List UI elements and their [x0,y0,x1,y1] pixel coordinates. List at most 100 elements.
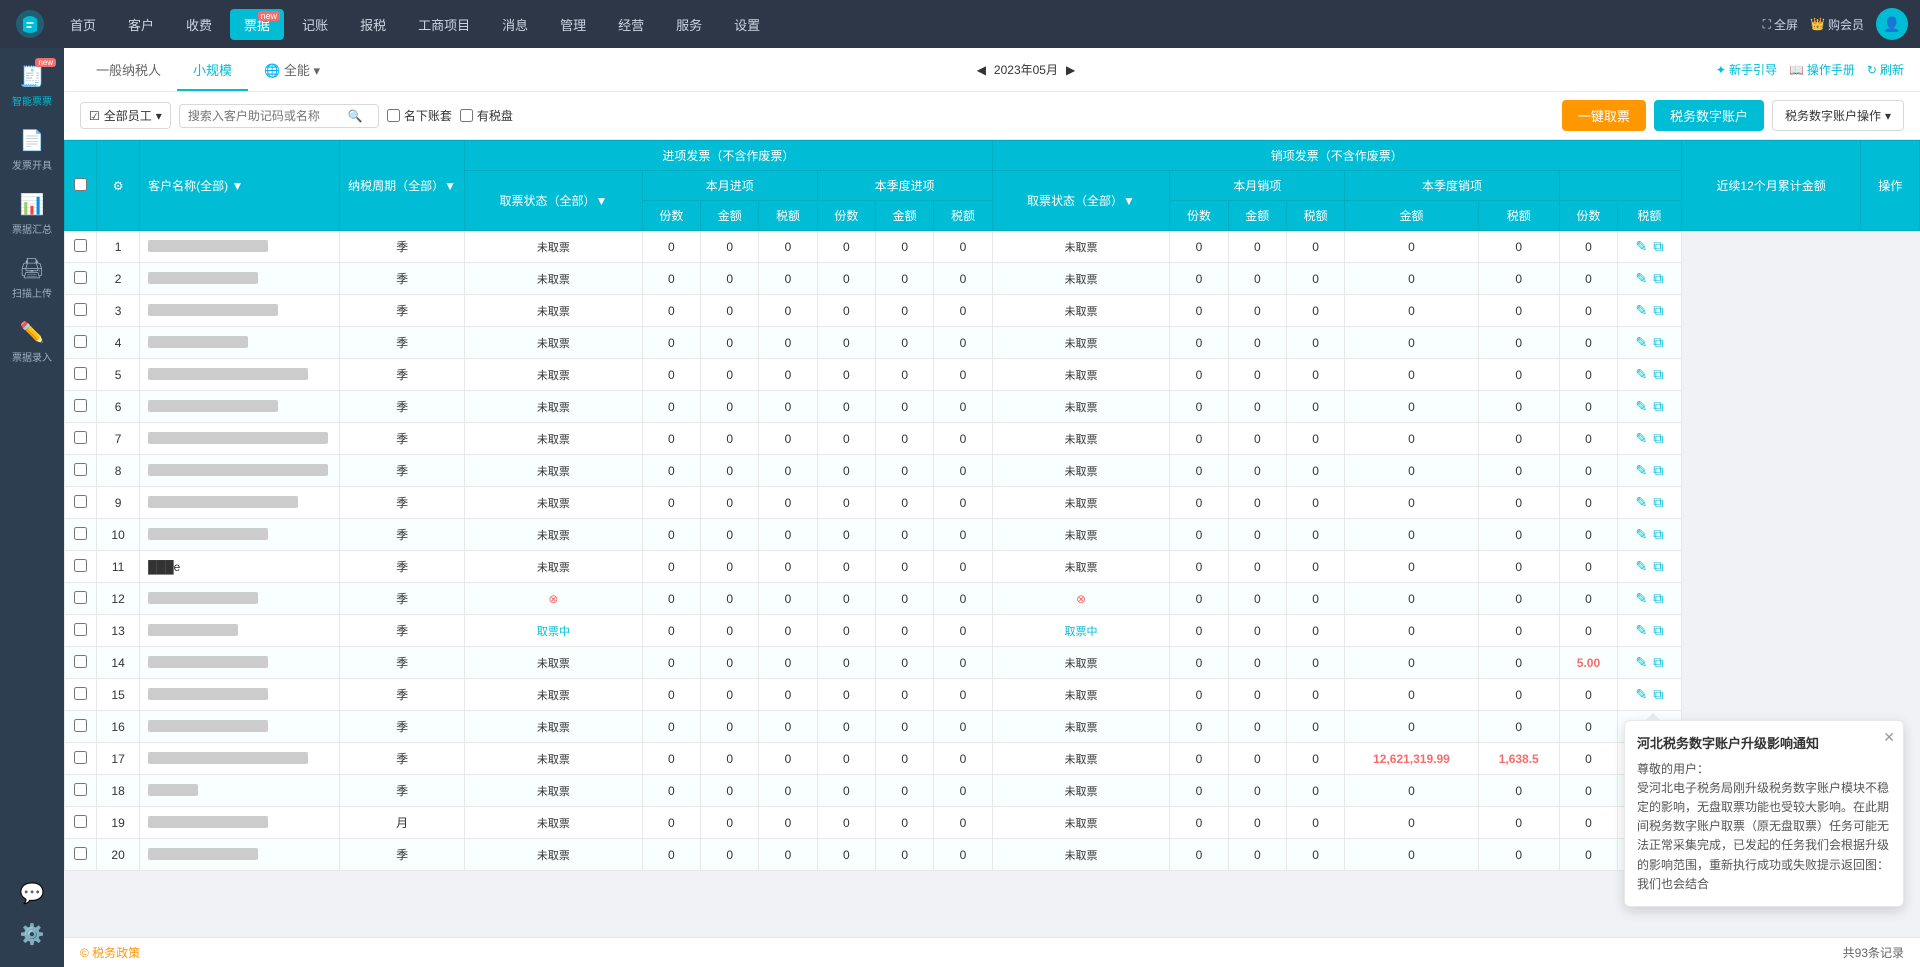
one-click-btn[interactable]: 一键取票 [1562,100,1646,131]
period-prev-btn[interactable]: ◀ [977,63,986,77]
nav-business[interactable]: 工商项目 [404,9,484,40]
edit-icon[interactable]: ✎ [1636,366,1648,383]
row-checkbox[interactable] [74,655,87,668]
search-input[interactable] [188,109,348,123]
edit-icon[interactable]: ✎ [1636,558,1648,575]
tax-disc-checkbox[interactable]: 有税盘 [460,107,513,124]
tab-all[interactable]: 🌐 全能 ▾ [248,50,336,91]
search-icon[interactable]: 🔍 [348,109,363,123]
edit-icon[interactable]: ✎ [1636,334,1648,351]
td-checkbox[interactable] [65,519,97,551]
copy-icon[interactable]: ⧉ [1653,238,1663,255]
nav-invoice[interactable]: 票据 new [230,9,284,40]
edit-icon[interactable]: ✎ [1636,526,1648,543]
copy-icon[interactable]: ⧉ [1653,270,1663,287]
row-checkbox[interactable] [74,239,87,252]
copy-icon[interactable]: ⧉ [1653,366,1663,383]
td-checkbox[interactable] [65,455,97,487]
edit-icon[interactable]: ✎ [1636,590,1648,607]
copy-icon[interactable]: ⧉ [1653,526,1663,543]
row-checkbox[interactable] [74,783,87,796]
nav-manage[interactable]: 管理 [546,9,600,40]
td-checkbox[interactable] [65,711,97,743]
sidebar-item-scan[interactable]: 🖨 扫描上传 [4,248,60,308]
nav-settings[interactable]: 设置 [720,9,774,40]
row-checkbox[interactable] [74,527,87,540]
fullscreen-btn[interactable]: ⛶ 全屏 [1763,16,1798,33]
employee-select[interactable]: ☑ 全部员工 ▾ [80,102,171,129]
td-checkbox[interactable] [65,423,97,455]
sub-account-check[interactable] [387,109,400,122]
edit-icon[interactable]: ✎ [1636,686,1648,703]
manual-btn[interactable]: 📖 操作手册 [1789,61,1855,78]
td-checkbox[interactable] [65,743,97,775]
copy-icon[interactable]: ⧉ [1653,558,1663,575]
row-checkbox[interactable] [74,559,87,572]
edit-icon[interactable]: ✎ [1636,462,1648,479]
row-checkbox[interactable] [74,303,87,316]
edit-icon[interactable]: ✎ [1636,622,1648,639]
td-checkbox[interactable] [65,839,97,871]
row-checkbox[interactable] [74,847,87,860]
row-checkbox[interactable] [74,463,87,476]
row-checkbox[interactable] [74,623,87,636]
td-checkbox[interactable] [65,231,97,263]
nav-home[interactable]: 首页 [56,9,110,40]
row-checkbox[interactable] [74,751,87,764]
td-checkbox[interactable] [65,615,97,647]
copy-icon[interactable]: ⧉ [1653,302,1663,319]
row-checkbox[interactable] [74,495,87,508]
nav-fee[interactable]: 收费 [172,9,226,40]
row-checkbox[interactable] [74,335,87,348]
td-checkbox[interactable] [65,679,97,711]
sidebar-item-open-invoice[interactable]: 📄 发票开具 [4,120,60,180]
row-checkbox[interactable] [74,591,87,604]
row-checkbox[interactable] [74,271,87,284]
row-checkbox[interactable] [74,687,87,700]
nav-tax[interactable]: 报税 [346,9,400,40]
edit-icon[interactable]: ✎ [1636,238,1648,255]
nav-accounting[interactable]: 记账 [288,9,342,40]
td-checkbox[interactable] [65,647,97,679]
td-checkbox[interactable] [65,775,97,807]
sidebar-item-summary[interactable]: 📊 票据汇总 [4,184,60,244]
sidebar-item-invoice[interactable]: 🧾 智能票票 new [4,56,60,116]
period-next-btn[interactable]: ▶ [1066,63,1075,77]
copy-icon[interactable]: ⧉ [1653,398,1663,415]
td-checkbox[interactable] [65,807,97,839]
row-checkbox[interactable] [74,719,87,732]
nav-operation[interactable]: 经营 [604,9,658,40]
operation-btn[interactable]: 税务数字账户操作 ▾ [1772,100,1904,131]
row-checkbox[interactable] [74,815,87,828]
nav-service[interactable]: 服务 [662,9,716,40]
edit-icon[interactable]: ✎ [1636,430,1648,447]
copy-icon[interactable]: ⧉ [1653,590,1663,607]
row-checkbox[interactable] [74,367,87,380]
tab-small-scale[interactable]: 小规模 [177,50,248,91]
edit-icon[interactable]: ✎ [1636,654,1648,671]
select-all-checkbox[interactable] [74,178,87,191]
guide-btn[interactable]: ✦ 新手引导 [1716,61,1777,78]
th-settings[interactable]: ⚙ [97,141,140,231]
edit-icon[interactable]: ✎ [1636,302,1648,319]
row-checkbox[interactable] [74,431,87,444]
tax-disc-check[interactable] [460,109,473,122]
edit-icon[interactable]: ✎ [1636,494,1648,511]
edit-icon[interactable]: ✎ [1636,398,1648,415]
edit-icon[interactable]: ✎ [1636,270,1648,287]
nav-customer[interactable]: 客户 [114,9,168,40]
member-btn[interactable]: 👑 购会员 [1810,16,1864,33]
copy-icon[interactable]: ⧉ [1653,462,1663,479]
td-checkbox[interactable] [65,327,97,359]
copy-icon[interactable]: ⧉ [1653,686,1663,703]
copy-icon[interactable]: ⧉ [1653,654,1663,671]
nav-message[interactable]: 消息 [488,9,542,40]
close-popup-btn[interactable]: ✕ [1883,729,1895,746]
copy-icon[interactable]: ⧉ [1653,334,1663,351]
row-checkbox[interactable] [74,399,87,412]
sidebar-item-cfg[interactable]: ⚙️ [4,914,60,955]
td-checkbox[interactable] [65,551,97,583]
tax-digital-btn[interactable]: 税务数字账户 [1654,100,1764,131]
sidebar-item-entry[interactable]: ✏️ 票据录入 [4,312,60,372]
tab-general-taxpayer[interactable]: 一般纳税人 [80,50,177,91]
